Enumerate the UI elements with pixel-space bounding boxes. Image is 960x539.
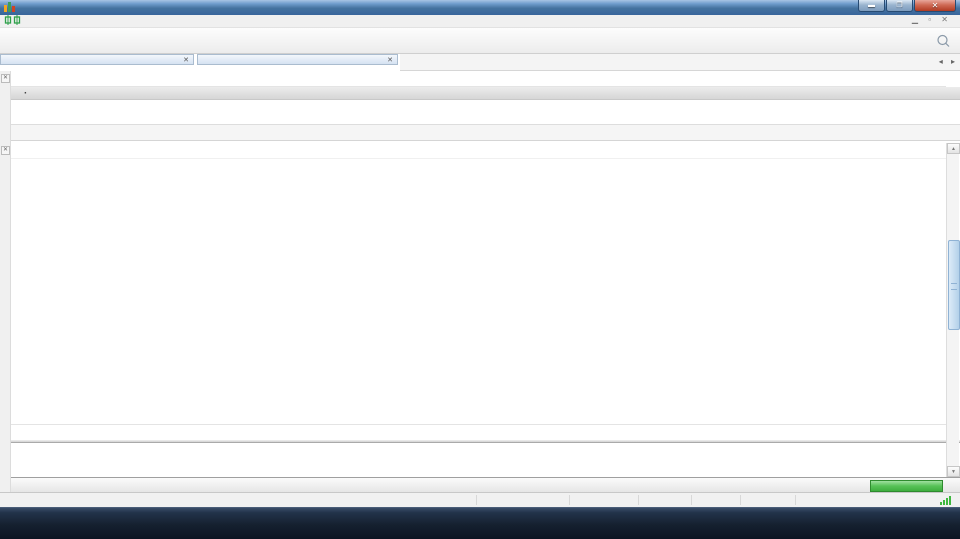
- market-watch-panel-header[interactable]: ✕: [0, 54, 194, 65]
- search-icon[interactable]: [932, 31, 954, 51]
- titlebar: ▬ ❐ ✕: [0, 0, 960, 15]
- menubar: ▁ ▫ ✕: [0, 14, 960, 29]
- navigator-close-icon[interactable]: ✕: [387, 56, 393, 64]
- scroll-down-icon[interactable]: ▼: [947, 466, 960, 477]
- report-close-icon[interactable]: ✕: [1, 146, 10, 155]
- screen: { "window": { "title": "30827129 - Deriv…: [0, 0, 960, 539]
- start-button[interactable]: [870, 479, 943, 492]
- mdi-window-controls[interactable]: ▁ ▫ ✕: [912, 15, 952, 24]
- close-button[interactable]: ✕: [914, 0, 956, 12]
- strategy-tester-tab-bar: [11, 477, 960, 492]
- toolbox-tab-bar: [11, 124, 960, 141]
- chart-tab-strip: [400, 54, 960, 71]
- connection-status: [940, 495, 955, 505]
- panel-close-icon[interactable]: ✕: [1, 74, 10, 83]
- metatrader-icon: [4, 14, 22, 29]
- taskbar: [0, 507, 960, 539]
- minimize-button[interactable]: ▬: [858, 0, 885, 12]
- correlation-row: [11, 424, 946, 439]
- app-icon: [4, 1, 15, 15]
- balance-row[interactable]: [11, 87, 960, 100]
- backtest-summary-row[interactable]: [11, 143, 946, 159]
- trade-table-header: [11, 71, 946, 87]
- vertical-scrollbar[interactable]: ▲ ▼: [946, 143, 960, 477]
- toolbar: [0, 28, 960, 54]
- navigator-panel-header[interactable]: ✕: [197, 54, 398, 65]
- market-watch-close-icon[interactable]: ✕: [183, 56, 189, 64]
- profit-preview-chart: [11, 443, 946, 477]
- scroll-up-icon[interactable]: ▲: [947, 143, 960, 154]
- status-bar: [0, 492, 960, 507]
- signal-bars-icon: [940, 496, 951, 505]
- toolbox-vertical-label: [1, 99, 11, 145]
- balance-text: [24, 88, 27, 99]
- left-panel-strip: ✕ ✕: [0, 71, 11, 492]
- scrollbar-thumb[interactable]: [947, 240, 960, 330]
- maximize-button[interactable]: ❐: [886, 0, 913, 12]
- tab-scroll-arrows[interactable]: ◂ ▸: [939, 57, 958, 66]
